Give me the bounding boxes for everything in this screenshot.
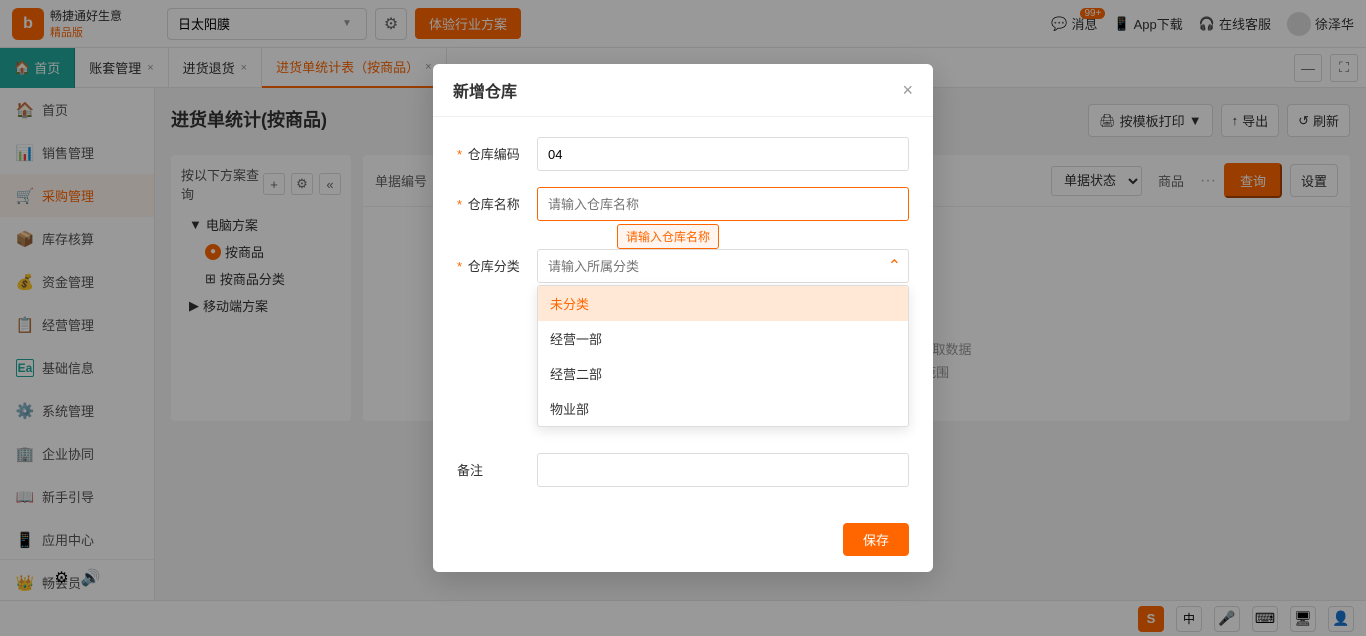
category-dropdown[interactable]: ⌃ 未分类 经营一部 经营二部 物业部	[537, 249, 909, 283]
form-row-code: * 仓库编码	[457, 137, 909, 171]
form-row-remark: 备注	[457, 453, 909, 487]
modal-header: 新增仓库 ×	[433, 64, 933, 117]
save-button[interactable]: 保存	[843, 523, 909, 556]
remark-input[interactable]	[537, 453, 909, 487]
form-row-category: * 仓库分类 ⌃ 未分类 经营一部 经营二部 物业部	[457, 249, 909, 283]
warehouse-code-input[interactable]	[537, 137, 909, 171]
modal-add-warehouse: 新增仓库 × * 仓库编码 * 仓库名称 请输入仓库名称 *	[433, 64, 933, 572]
dropdown-option-0[interactable]: 未分类	[538, 286, 908, 321]
required-mark2: *	[457, 197, 462, 212]
remark-label: 备注	[457, 453, 537, 479]
category-label: * 仓库分类	[457, 249, 537, 275]
required-mark3: *	[457, 259, 462, 274]
category-input[interactable]	[537, 249, 909, 283]
modal-title: 新增仓库	[453, 78, 517, 102]
dropdown-option-3[interactable]: 物业部	[538, 391, 908, 426]
modal-footer: 保存	[433, 511, 933, 572]
modal-close-button[interactable]: ×	[902, 81, 913, 99]
dropdown-option-2[interactable]: 经营二部	[538, 356, 908, 391]
code-label: * 仓库编码	[457, 137, 537, 163]
name-label: * 仓库名称	[457, 187, 537, 213]
dropdown-option-1[interactable]: 经营一部	[538, 321, 908, 356]
name-error-msg: 请输入仓库名称	[617, 224, 719, 249]
warehouse-name-input[interactable]	[537, 187, 909, 221]
name-input-wrapper: 请输入仓库名称	[537, 187, 909, 221]
modal-body: * 仓库编码 * 仓库名称 请输入仓库名称 * 仓库分类 ⌃	[433, 117, 933, 511]
category-dropdown-list: 未分类 经营一部 经营二部 物业部	[537, 285, 909, 427]
form-row-name: * 仓库名称 请输入仓库名称	[457, 187, 909, 221]
required-mark: *	[457, 147, 462, 162]
